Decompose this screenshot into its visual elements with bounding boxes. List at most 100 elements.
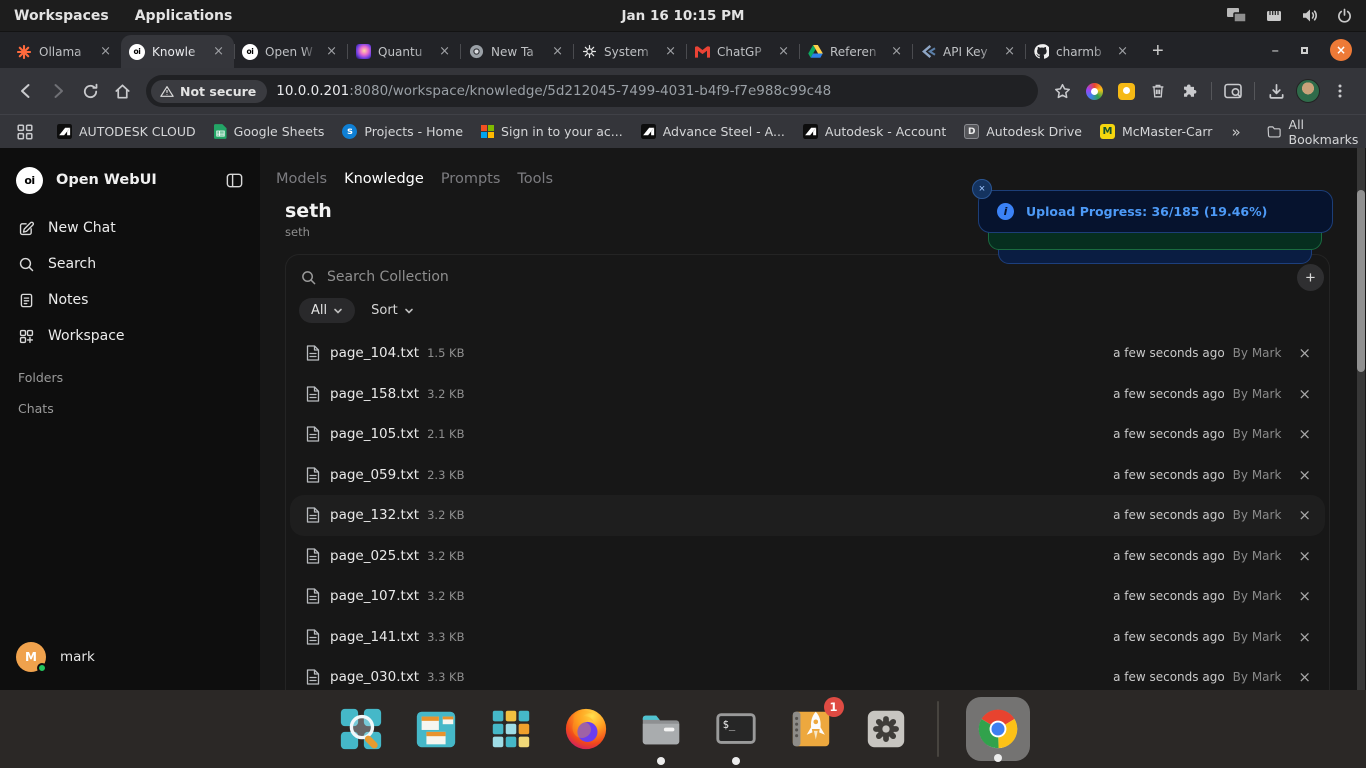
file-remove-icon[interactable]: × <box>1298 668 1311 686</box>
file-row-page-105-txt[interactable]: page_105.txt 2.1 KB a few seconds ago By Ma… <box>290 414 1325 455</box>
extension-pinwheel-icon[interactable] <box>1078 75 1110 107</box>
file-remove-icon[interactable]: × <box>1298 425 1311 443</box>
tab-close-icon[interactable]: × <box>211 44 226 59</box>
browser-tab-knowle[interactable]: oi Knowle × <box>121 35 234 68</box>
file-remove-icon[interactable]: × <box>1298 506 1311 524</box>
bookmark-advance-steel-a[interactable]: Advance Steel - A... <box>632 120 794 143</box>
window-maximize-button[interactable] <box>1301 46 1308 54</box>
tab-search-icon[interactable] <box>1217 75 1249 107</box>
home-button[interactable] <box>106 75 138 107</box>
forward-button[interactable] <box>42 75 74 107</box>
user-menu[interactable]: M mark <box>0 636 260 678</box>
sidebar-item-search[interactable]: Search <box>0 246 260 282</box>
tab-tools[interactable]: Tools <box>517 171 553 187</box>
file-row-page-141-txt[interactable]: page_141.txt 3.3 KB a few seconds ago By Ma… <box>290 617 1325 658</box>
file-row-page-107-txt[interactable]: page_107.txt 3.2 KB a few seconds ago By Ma… <box>290 576 1325 617</box>
browser-tab-ollama[interactable]: Ollama × <box>8 35 121 68</box>
browser-tab-open-w[interactable]: oi Open W × <box>234 35 347 68</box>
file-remove-icon[interactable]: × <box>1298 547 1311 565</box>
tab-close-icon[interactable]: × <box>98 44 113 59</box>
bookmark-autodesk-account[interactable]: Autodesk - Account <box>794 120 955 143</box>
bookmark-autodesk-drive[interactable]: D Autodesk Drive <box>955 120 1091 143</box>
browser-tab-api-key[interactable]: API Key × <box>912 35 1025 68</box>
profile-avatar[interactable] <box>1292 75 1324 107</box>
sidebar-item-new-chat[interactable]: New Chat <box>0 210 260 246</box>
bookmark-autodesk-cloud[interactable]: AUTODESK CLOUD <box>48 120 205 143</box>
clock[interactable]: Jan 16 10:15 PM <box>622 8 745 24</box>
tab-close-icon[interactable]: × <box>550 44 565 59</box>
reload-button[interactable] <box>74 75 106 107</box>
sort-dropdown[interactable]: Sort <box>365 298 420 323</box>
file-remove-icon[interactable]: × <box>1298 466 1311 484</box>
bookmark-google-sheets[interactable]: Google Sheets <box>205 120 334 143</box>
all-bookmarks-button[interactable]: All Bookmarks <box>1261 113 1366 151</box>
filter-all-dropdown[interactable]: All <box>299 298 356 323</box>
window-minimize-button[interactable]: – <box>1272 41 1280 59</box>
tab-close-icon[interactable]: × <box>1002 44 1017 59</box>
tab-close-icon[interactable]: × <box>889 44 904 59</box>
address-bar[interactable]: Not secure 10.0.0.201:8080/workspace/kno… <box>146 75 1038 107</box>
apps-grid-icon[interactable] <box>12 119 38 145</box>
tab-close-icon[interactable]: × <box>1115 44 1130 59</box>
dock-app-grid-icon[interactable] <box>487 705 535 753</box>
file-remove-icon[interactable]: × <box>1298 385 1311 403</box>
browser-tab-chatgp[interactable]: ChatGP × <box>686 35 799 68</box>
search-collection-input[interactable] <box>327 269 1313 285</box>
browser-tab-new-ta[interactable]: New Ta × <box>460 35 573 68</box>
applications-menu[interactable]: Applications <box>135 8 233 24</box>
sidebar-toggle-icon[interactable] <box>225 171 244 190</box>
browser-tab-quantu[interactable]: Quantu × <box>347 35 460 68</box>
bookmark-sign-in-to-your-ac[interactable]: Sign in to your ac... <box>472 120 632 143</box>
back-button[interactable] <box>10 75 42 107</box>
tab-close-icon[interactable]: × <box>437 44 452 59</box>
workspace-switcher-icon[interactable] <box>1226 7 1247 24</box>
browser-tab-system[interactable]: System × <box>573 35 686 68</box>
dock-file-manager-icon[interactable] <box>637 705 685 765</box>
browser-tab-charmb[interactable]: charmb × <box>1025 35 1138 68</box>
window-close-button[interactable]: × <box>1330 39 1352 61</box>
page-scrollbar[interactable] <box>1357 148 1365 690</box>
file-row-page-158-txt[interactable]: page_158.txt 3.2 KB a few seconds ago By Ma… <box>290 374 1325 415</box>
dock-app-finder-icon[interactable] <box>337 705 385 753</box>
bookmark-star-icon[interactable] <box>1046 75 1078 107</box>
file-row-page-025-txt[interactable]: page_025.txt 3.2 KB a few seconds ago By Ma… <box>290 536 1325 577</box>
dock-terminal-icon[interactable]: $_ <box>712 705 760 765</box>
power-icon[interactable] <box>1337 8 1352 23</box>
workspaces-menu[interactable]: Workspaces <box>14 8 109 24</box>
extension-trash-icon[interactable] <box>1142 75 1174 107</box>
tab-prompts[interactable]: Prompts <box>441 171 501 187</box>
volume-icon[interactable] <box>1301 8 1319 23</box>
dock-settings-icon[interactable] <box>862 705 910 753</box>
file-row-page-030-txt[interactable]: page_030.txt 3.3 KB a few seconds ago By Ma… <box>290 657 1325 690</box>
not-secure-badge[interactable]: Not secure <box>151 79 268 103</box>
file-row-page-059-txt[interactable]: page_059.txt 2.3 KB a few seconds ago By Ma… <box>290 455 1325 496</box>
dock-launcher-icon[interactable]: 1 <box>787 697 844 753</box>
bookmarks-overflow-chevron[interactable]: » <box>1221 123 1250 141</box>
tab-models[interactable]: Models <box>276 171 327 187</box>
tab-close-icon[interactable]: × <box>324 44 339 59</box>
file-remove-icon[interactable]: × <box>1298 587 1311 605</box>
extension-keep-icon[interactable] <box>1110 75 1142 107</box>
dock-firefox-icon[interactable] <box>562 705 610 753</box>
tab-close-icon[interactable]: × <box>663 44 678 59</box>
tab-knowledge[interactable]: Knowledge <box>344 171 424 187</box>
tab-close-icon[interactable]: × <box>776 44 791 59</box>
extensions-puzzle-icon[interactable] <box>1174 75 1206 107</box>
sidebar-item-workspace[interactable]: Workspace <box>0 318 260 354</box>
network-icon[interactable] <box>1265 9 1283 23</box>
dock-window-manager-icon[interactable] <box>412 705 460 753</box>
sidebar-item-notes[interactable]: Notes <box>0 282 260 318</box>
file-remove-icon[interactable]: × <box>1298 628 1311 646</box>
file-row-page-104-txt[interactable]: page_104.txt 1.5 KB a few seconds ago By Ma… <box>290 333 1325 374</box>
toast-close-button[interactable]: × <box>972 179 992 199</box>
browser-tab-referen[interactable]: Referen × <box>799 35 912 68</box>
bookmark-projects-home[interactable]: s Projects - Home <box>333 120 472 143</box>
bookmark-mcmaster-carr[interactable]: M McMaster-Carr <box>1091 120 1222 143</box>
downloads-button[interactable] <box>1260 75 1292 107</box>
file-row-page-132-txt[interactable]: page_132.txt 3.2 KB a few seconds ago By Ma… <box>290 495 1325 536</box>
browser-menu-button[interactable] <box>1324 75 1356 107</box>
file-remove-icon[interactable]: × <box>1298 344 1311 362</box>
new-tab-button[interactable]: + <box>1146 41 1170 61</box>
add-content-button[interactable]: + <box>1297 264 1324 291</box>
dock-chrome-icon[interactable] <box>965 697 1030 762</box>
